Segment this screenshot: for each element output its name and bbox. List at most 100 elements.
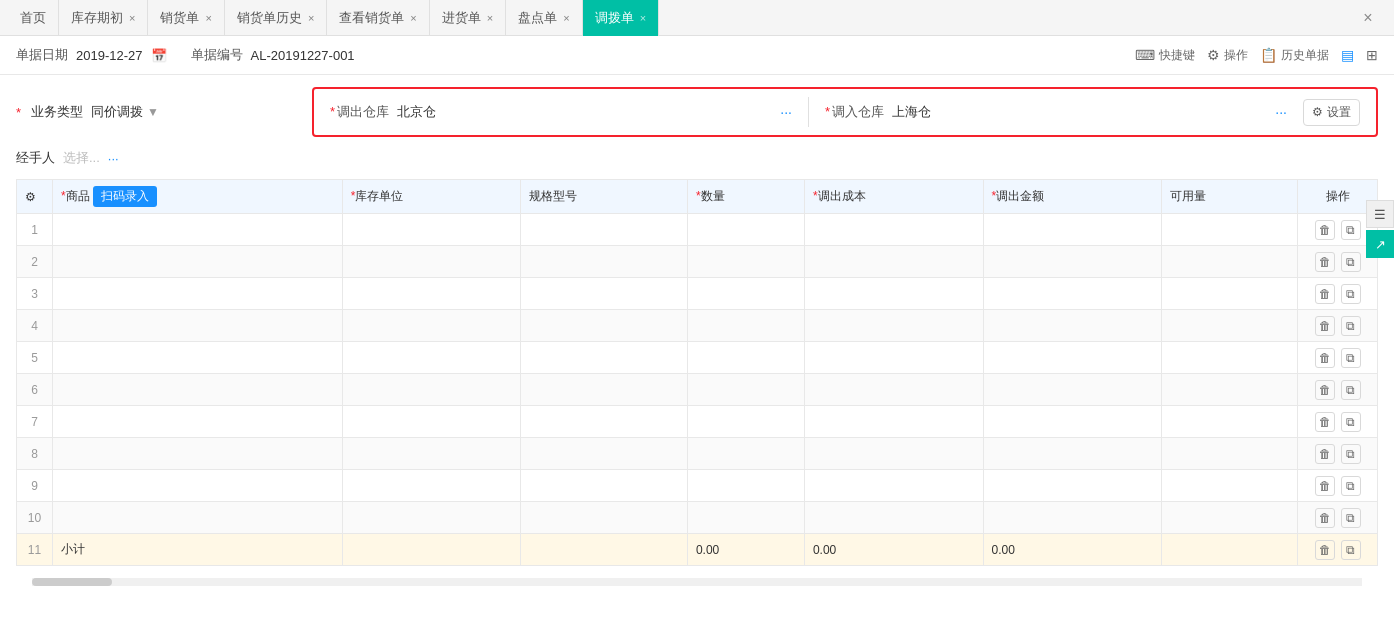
row-8-amount[interactable] bbox=[983, 438, 1162, 470]
right-export-btn[interactable]: ↗ bbox=[1366, 230, 1394, 258]
row-9-spec[interactable] bbox=[521, 470, 688, 502]
layout-list-btn[interactable]: ▤ bbox=[1341, 47, 1354, 63]
row-7-amount[interactable] bbox=[983, 406, 1162, 438]
tab-inventory-init-close[interactable]: × bbox=[129, 12, 135, 24]
row-7-spec[interactable] bbox=[521, 406, 688, 438]
row-6-spec[interactable] bbox=[521, 374, 688, 406]
tab-stocktake-close[interactable]: × bbox=[563, 12, 569, 24]
row-9-amount[interactable] bbox=[983, 470, 1162, 502]
actions-btn[interactable]: ⚙ 操作 bbox=[1207, 47, 1248, 64]
row-9-delete-icon[interactable]: 🗑 bbox=[1315, 476, 1335, 496]
subtotal-delete-icon[interactable]: 🗑 bbox=[1315, 540, 1335, 560]
row-1-amount[interactable] bbox=[983, 214, 1162, 246]
row-9-goods[interactable] bbox=[53, 470, 343, 502]
row-6-unit[interactable] bbox=[342, 374, 521, 406]
row-3-copy-icon[interactable]: ⧉ bbox=[1341, 284, 1361, 304]
row-3-spec[interactable] bbox=[521, 278, 688, 310]
tab-view-sales[interactable]: 查看销货单 × bbox=[327, 0, 429, 36]
row-5-amount[interactable] bbox=[983, 342, 1162, 374]
row-5-goods[interactable] bbox=[53, 342, 343, 374]
row-8-cost[interactable] bbox=[804, 438, 983, 470]
row-10-spec[interactable] bbox=[521, 502, 688, 534]
settings-button[interactable]: ⚙ 设置 bbox=[1303, 99, 1360, 126]
row-7-delete-icon[interactable]: 🗑 bbox=[1315, 412, 1335, 432]
row-1-unit[interactable] bbox=[342, 214, 521, 246]
row-3-amount[interactable] bbox=[983, 278, 1162, 310]
row-8-delete-icon[interactable]: 🗑 bbox=[1315, 444, 1335, 464]
row-4-cost[interactable] bbox=[804, 310, 983, 342]
row-6-amount[interactable] bbox=[983, 374, 1162, 406]
row-5-delete-icon[interactable]: 🗑 bbox=[1315, 348, 1335, 368]
row-8-unit[interactable] bbox=[342, 438, 521, 470]
row-1-delete-icon[interactable]: 🗑 bbox=[1315, 220, 1335, 240]
row-9-cost[interactable] bbox=[804, 470, 983, 502]
row-8-spec[interactable] bbox=[521, 438, 688, 470]
row-4-delete-icon[interactable]: 🗑 bbox=[1315, 316, 1335, 336]
row-5-qty[interactable] bbox=[687, 342, 804, 374]
tab-purchase[interactable]: 进货单 × bbox=[430, 0, 506, 36]
row-3-goods[interactable] bbox=[53, 278, 343, 310]
tab-view-sales-close[interactable]: × bbox=[410, 12, 416, 24]
row-10-copy-icon[interactable]: ⧉ bbox=[1341, 508, 1361, 528]
col-gear[interactable]: ⚙ bbox=[17, 180, 53, 214]
row-3-qty[interactable] bbox=[687, 278, 804, 310]
transfer-in-value[interactable]: 上海仓 bbox=[892, 103, 931, 121]
row-7-cost[interactable] bbox=[804, 406, 983, 438]
tab-inventory-init[interactable]: 库存期初 × bbox=[59, 0, 148, 36]
row-9-qty[interactable] bbox=[687, 470, 804, 502]
transfer-out-value[interactable]: 北京仓 bbox=[397, 103, 436, 121]
row-5-copy-icon[interactable]: ⧉ bbox=[1341, 348, 1361, 368]
tab-transfer-close[interactable]: × bbox=[640, 12, 646, 24]
row-1-goods[interactable] bbox=[53, 214, 343, 246]
row-1-cost[interactable] bbox=[804, 214, 983, 246]
scan-button[interactable]: 扫码录入 bbox=[93, 186, 157, 207]
row-1-copy-icon[interactable]: ⧉ bbox=[1341, 220, 1361, 240]
tab-purchase-close[interactable]: × bbox=[487, 12, 493, 24]
row-4-copy-icon[interactable]: ⧉ bbox=[1341, 316, 1361, 336]
row-10-qty[interactable] bbox=[687, 502, 804, 534]
shortcuts-btn[interactable]: ⌨ 快捷键 bbox=[1135, 47, 1195, 64]
row-1-spec[interactable] bbox=[521, 214, 688, 246]
row-6-goods[interactable] bbox=[53, 374, 343, 406]
handler-more-btn[interactable]: ··· bbox=[108, 151, 119, 166]
row-8-qty[interactable] bbox=[687, 438, 804, 470]
row-5-unit[interactable] bbox=[342, 342, 521, 374]
row-4-spec[interactable] bbox=[521, 310, 688, 342]
tab-sales-history-close[interactable]: × bbox=[308, 12, 314, 24]
row-3-unit[interactable] bbox=[342, 278, 521, 310]
row-2-qty[interactable] bbox=[687, 246, 804, 278]
row-7-qty[interactable] bbox=[687, 406, 804, 438]
row-7-goods[interactable] bbox=[53, 406, 343, 438]
row-10-goods[interactable] bbox=[53, 502, 343, 534]
row-3-cost[interactable] bbox=[804, 278, 983, 310]
row-9-unit[interactable] bbox=[342, 470, 521, 502]
row-6-copy-icon[interactable]: ⧉ bbox=[1341, 380, 1361, 400]
history-btn[interactable]: 📋 历史单据 bbox=[1260, 47, 1329, 64]
row-9-copy-icon[interactable]: ⧉ bbox=[1341, 476, 1361, 496]
row-7-unit[interactable] bbox=[342, 406, 521, 438]
tab-sales-order[interactable]: 销货单 × bbox=[148, 0, 224, 36]
row-10-unit[interactable] bbox=[342, 502, 521, 534]
row-7-copy-icon[interactable]: ⧉ bbox=[1341, 412, 1361, 432]
row-10-amount[interactable] bbox=[983, 502, 1162, 534]
tab-stocktake[interactable]: 盘点单 × bbox=[506, 0, 582, 36]
tab-home[interactable]: 首页 bbox=[8, 0, 59, 36]
calendar-icon[interactable]: 📅 bbox=[151, 48, 167, 63]
layout-grid-btn[interactable]: ⊞ bbox=[1366, 47, 1378, 63]
subtotal-copy-icon[interactable]: ⧉ bbox=[1341, 540, 1361, 560]
row-4-amount[interactable] bbox=[983, 310, 1162, 342]
handler-input[interactable]: 选择... bbox=[63, 149, 100, 167]
row-4-qty[interactable] bbox=[687, 310, 804, 342]
transfer-in-more-btn[interactable]: ··· bbox=[1275, 104, 1287, 120]
window-close-button[interactable]: × bbox=[1350, 0, 1386, 36]
tab-transfer[interactable]: 调拨单 × bbox=[583, 0, 659, 36]
row-2-cost[interactable] bbox=[804, 246, 983, 278]
right-list-btn[interactable]: ☰ bbox=[1366, 200, 1394, 228]
row-4-goods[interactable] bbox=[53, 310, 343, 342]
row-2-amount[interactable] bbox=[983, 246, 1162, 278]
tab-sales-history[interactable]: 销货单历史 × bbox=[225, 0, 327, 36]
row-5-cost[interactable] bbox=[804, 342, 983, 374]
horizontal-scrollbar[interactable] bbox=[32, 578, 1362, 586]
row-2-spec[interactable] bbox=[521, 246, 688, 278]
row-8-goods[interactable] bbox=[53, 438, 343, 470]
